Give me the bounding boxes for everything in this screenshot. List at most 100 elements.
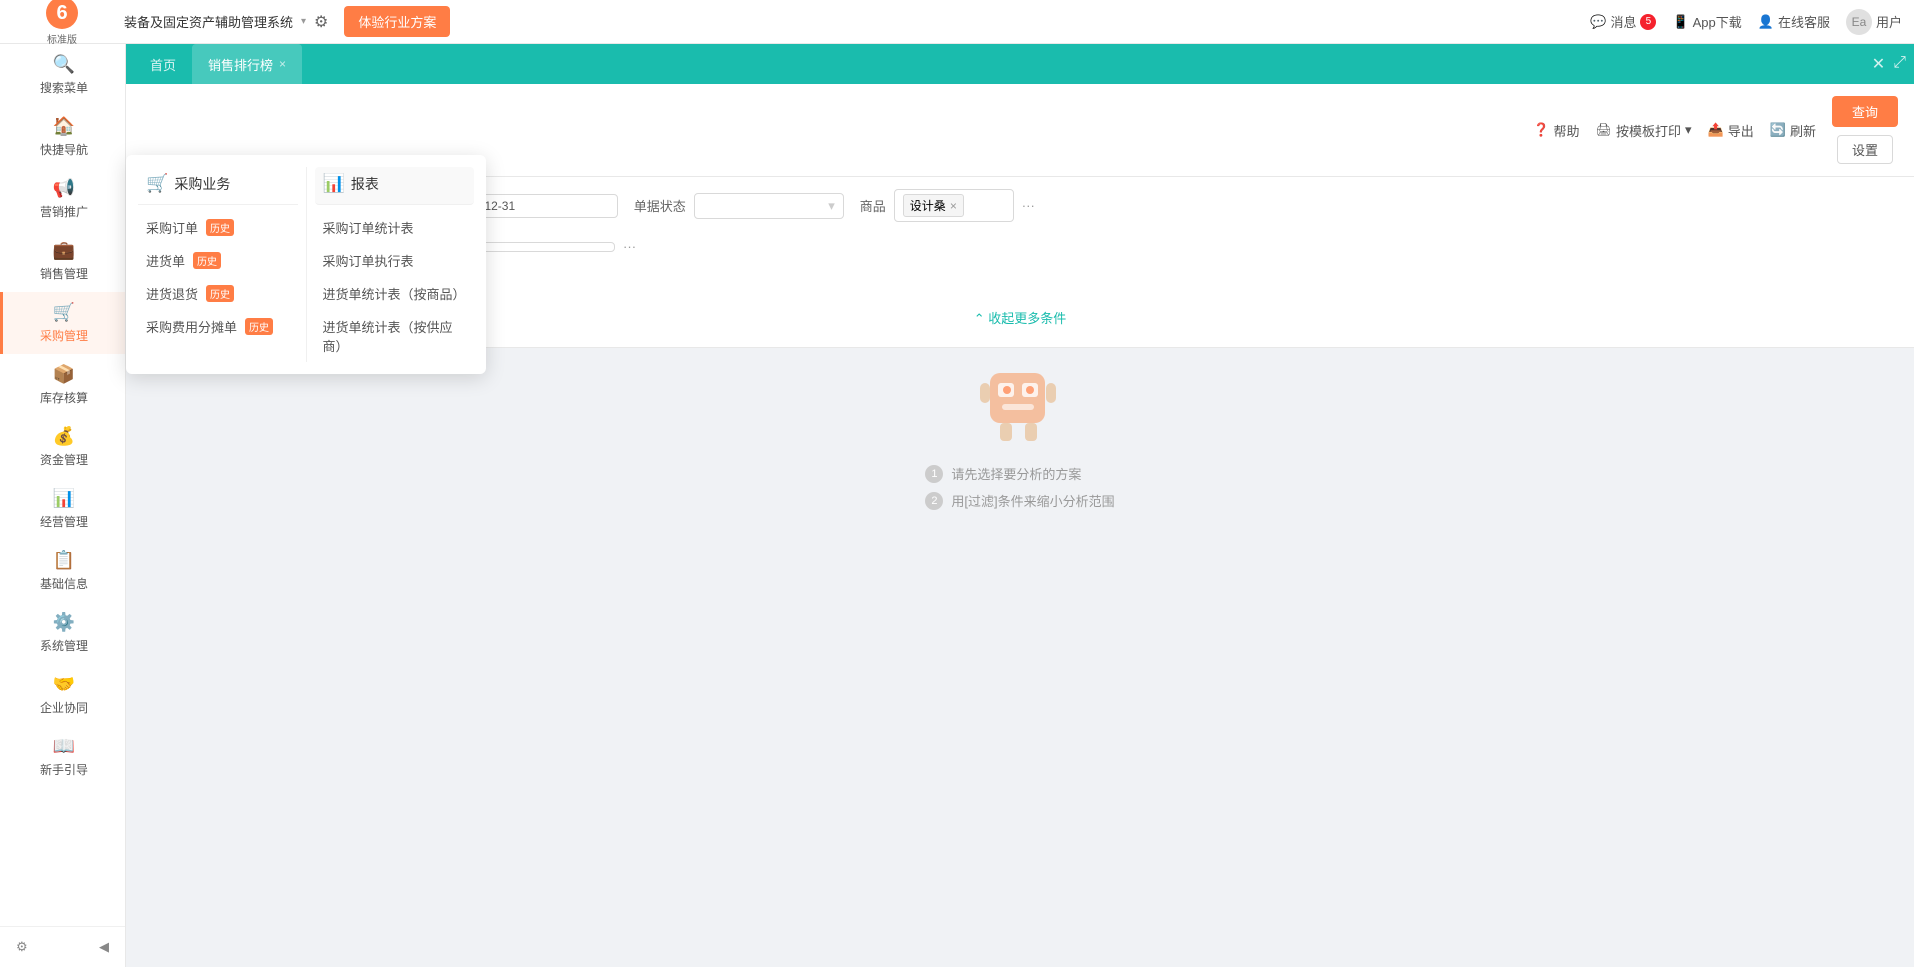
online-service-item[interactable]: 👤 在线客服 (1758, 12, 1830, 31)
export-label: 导出 (1728, 121, 1754, 140)
product-control[interactable]: 设计桑 × (894, 189, 1014, 222)
sidebar-item-marketing[interactable]: 📢 营销推广 (0, 168, 125, 230)
inventory-icon: 📦 (53, 364, 75, 385)
product-dots[interactable]: ··· (1022, 198, 1035, 213)
incoming-stats-product-label: 进货单统计表（按商品） (323, 284, 466, 303)
menu-columns: 🛒 采购业务 采购订单 历史 进货单 历史 进货退货 历史 采购费用分摊单 (138, 167, 474, 362)
query-button[interactable]: 查询 (1832, 96, 1898, 127)
print-action[interactable]: 🖨 按模板打印 ▾ (1596, 121, 1692, 140)
system-title: 装备及固定资产辅助管理系统 (124, 12, 293, 31)
system-icon: ⚙️ (53, 612, 75, 633)
sidebar-label-sales: 销售管理 (40, 265, 88, 282)
set-button[interactable]: 设置 (1837, 135, 1893, 164)
sidebar-item-finance[interactable]: 💰 资金管理 (0, 416, 125, 478)
finance-icon: 💰 (53, 426, 75, 447)
menu-item-cost[interactable]: 采购费用分摊单 历史 (138, 310, 298, 343)
home-icon: 🏠 (53, 116, 75, 137)
sidebar-item-enterprise[interactable]: 🤝 企业协同 (0, 664, 125, 726)
top-right: 💬 消息 5 📱 App下载 👤 在线客服 Ea 用户 (1590, 9, 1902, 35)
sidebar-item-sales[interactable]: 💼 销售管理 (0, 230, 125, 292)
sidebar: 🔍 搜索菜单 🏠 快捷导航 📢 营销推广 💼 销售管理 🛒 采购管理 📦 (0, 44, 126, 967)
tab-sales-rank-label: 销售排行榜 (208, 55, 273, 74)
purchase-order-exec-label: 采购订单执行表 (323, 251, 414, 270)
user-item[interactable]: Ea 用户 (1846, 9, 1902, 35)
message-icon: 💬 (1590, 14, 1606, 30)
top-bar-title: 装备及固定资产辅助管理系统 ▾ ⚙ 体验行业方案 (124, 6, 1590, 37)
purchase-order-label: 采购订单 (146, 218, 198, 237)
menu-item-incoming-stats-supplier[interactable]: 进货单统计表（按供应商） (315, 310, 475, 362)
purchase-order-stats-label: 采购订单统计表 (323, 218, 414, 237)
dropdown-menu: 🛒 采购业务 采购订单 历史 进货单 历史 进货退货 历史 采购费用分摊单 (126, 155, 486, 374)
sidebar-footer: ⚙ ◀ (0, 926, 125, 967)
help-action[interactable]: ❓ 帮助 (1533, 121, 1579, 140)
hint-text-2: 用[过滤]条件来缩小分析范围 (951, 491, 1114, 510)
tab-home[interactable]: 首页 (134, 44, 192, 84)
top-bar: 6 标准版 装备及固定资产辅助管理系统 ▾ ⚙ 体验行业方案 💬 消息 5 📱 … (0, 0, 1914, 44)
sidebar-item-operations[interactable]: 📊 经营管理 (0, 478, 125, 540)
sidebar-item-basic-info[interactable]: 📋 基础信息 (0, 540, 125, 602)
sidebar-item-inventory[interactable]: 📦 库存核算 (0, 354, 125, 416)
salesperson-dots[interactable]: ··· (623, 239, 636, 254)
refresh-action[interactable]: 🔄 刷新 (1770, 121, 1816, 140)
refresh-label: 刷新 (1790, 121, 1816, 140)
enterprise-icon: 🤝 (53, 674, 75, 695)
product-label: 商品 (860, 196, 886, 215)
empty-illustration (960, 348, 1080, 448)
logo-icon: 6 (46, 0, 78, 29)
online-service-label: 在线客服 (1778, 12, 1830, 31)
empty-robot-svg (960, 348, 1080, 448)
app-download-label: App下载 (1693, 12, 1742, 31)
menu-item-purchase-order-stats[interactable]: 采购订单统计表 (315, 211, 475, 244)
menu-item-return[interactable]: 进货退货 历史 (138, 277, 298, 310)
sidebar-label-inventory: 库存核算 (40, 389, 88, 406)
help-icon: ❓ (1533, 122, 1549, 138)
print-icon: 🖨 (1596, 122, 1613, 138)
sidebar-label-newbie: 新手引导 (40, 761, 88, 778)
menu-item-purchase-order[interactable]: 采购订单 历史 (138, 211, 298, 244)
menu-item-incoming[interactable]: 进货单 历史 (138, 244, 298, 277)
tab-bar: 首页 销售排行榜 × ✕ ⤢ (126, 44, 1914, 84)
service-icon: 👤 (1758, 14, 1774, 30)
product-filter: 商品 设计桑 × ··· (860, 189, 1035, 222)
menu-item-purchase-order-exec[interactable]: 采购订单执行表 (315, 244, 475, 277)
bill-status-filter: 单据状态 ▾ (634, 193, 844, 219)
sidebar-label-basic-info: 基础信息 (40, 575, 88, 592)
sidebar-label-operations: 经营管理 (40, 513, 88, 530)
tab-maximize-icon[interactable]: ⤢ (1893, 54, 1906, 74)
trial-button[interactable]: 体验行业方案 (344, 6, 450, 37)
tab-sales-rank[interactable]: 销售排行榜 × (192, 44, 302, 84)
sidebar-item-newbie[interactable]: 📖 新手引导 (0, 726, 125, 788)
tab-close-window-icon[interactable]: ✕ (1872, 54, 1885, 74)
sidebar-item-home[interactable]: 🏠 快捷导航 (0, 106, 125, 168)
menu-item-incoming-stats-product[interactable]: 进货单统计表（按商品） (315, 277, 475, 310)
tab-actions: ✕ ⤢ (1872, 54, 1906, 74)
messages-item[interactable]: 💬 消息 5 (1590, 12, 1656, 31)
purchase-icon: 🛒 (53, 302, 75, 323)
incoming-history: 历史 (193, 252, 221, 269)
sidebar-item-system[interactable]: ⚙️ 系统管理 (0, 602, 125, 664)
sidebar-label-purchase: 采购管理 (40, 327, 88, 344)
tab-close-icon[interactable]: × (279, 57, 286, 71)
app-download-item[interactable]: 📱 App下载 (1672, 12, 1741, 31)
content-body: 1 请先选择要分析的方案 2 用[过滤]条件来缩小分析范围 (126, 348, 1914, 967)
system-title-dropdown[interactable]: ▾ (301, 16, 306, 27)
sidebar-item-purchase[interactable]: 🛒 采购管理 (0, 292, 125, 354)
empty-hints: 1 请先选择要分析的方案 2 用[过滤]条件来缩小分析范围 (925, 464, 1114, 510)
sidebar-item-search[interactable]: 🔍 搜索菜单 (0, 44, 125, 106)
purchase-order-history: 历史 (206, 219, 234, 236)
export-action[interactable]: 📤 导出 (1708, 121, 1754, 140)
settings-icon[interactable]: ⚙ (314, 12, 328, 32)
product-tag-close[interactable]: × (950, 199, 957, 213)
bill-status-arrow: ▾ (828, 198, 835, 214)
help-label: 帮助 (1554, 121, 1580, 140)
bill-status-control[interactable]: ▾ (694, 193, 844, 219)
menu-divider (306, 167, 307, 362)
product-tag: 设计桑 × (903, 194, 964, 217)
menu-col-left-title: 采购业务 (174, 174, 230, 194)
footer-collapse-icon[interactable]: ◀ (99, 939, 109, 955)
marketing-icon: 📢 (53, 178, 75, 199)
footer-settings-icon[interactable]: ⚙ (16, 939, 28, 955)
operations-icon: 📊 (53, 488, 75, 509)
bill-status-label: 单据状态 (634, 196, 686, 215)
messages-label: 消息 (1610, 12, 1636, 31)
